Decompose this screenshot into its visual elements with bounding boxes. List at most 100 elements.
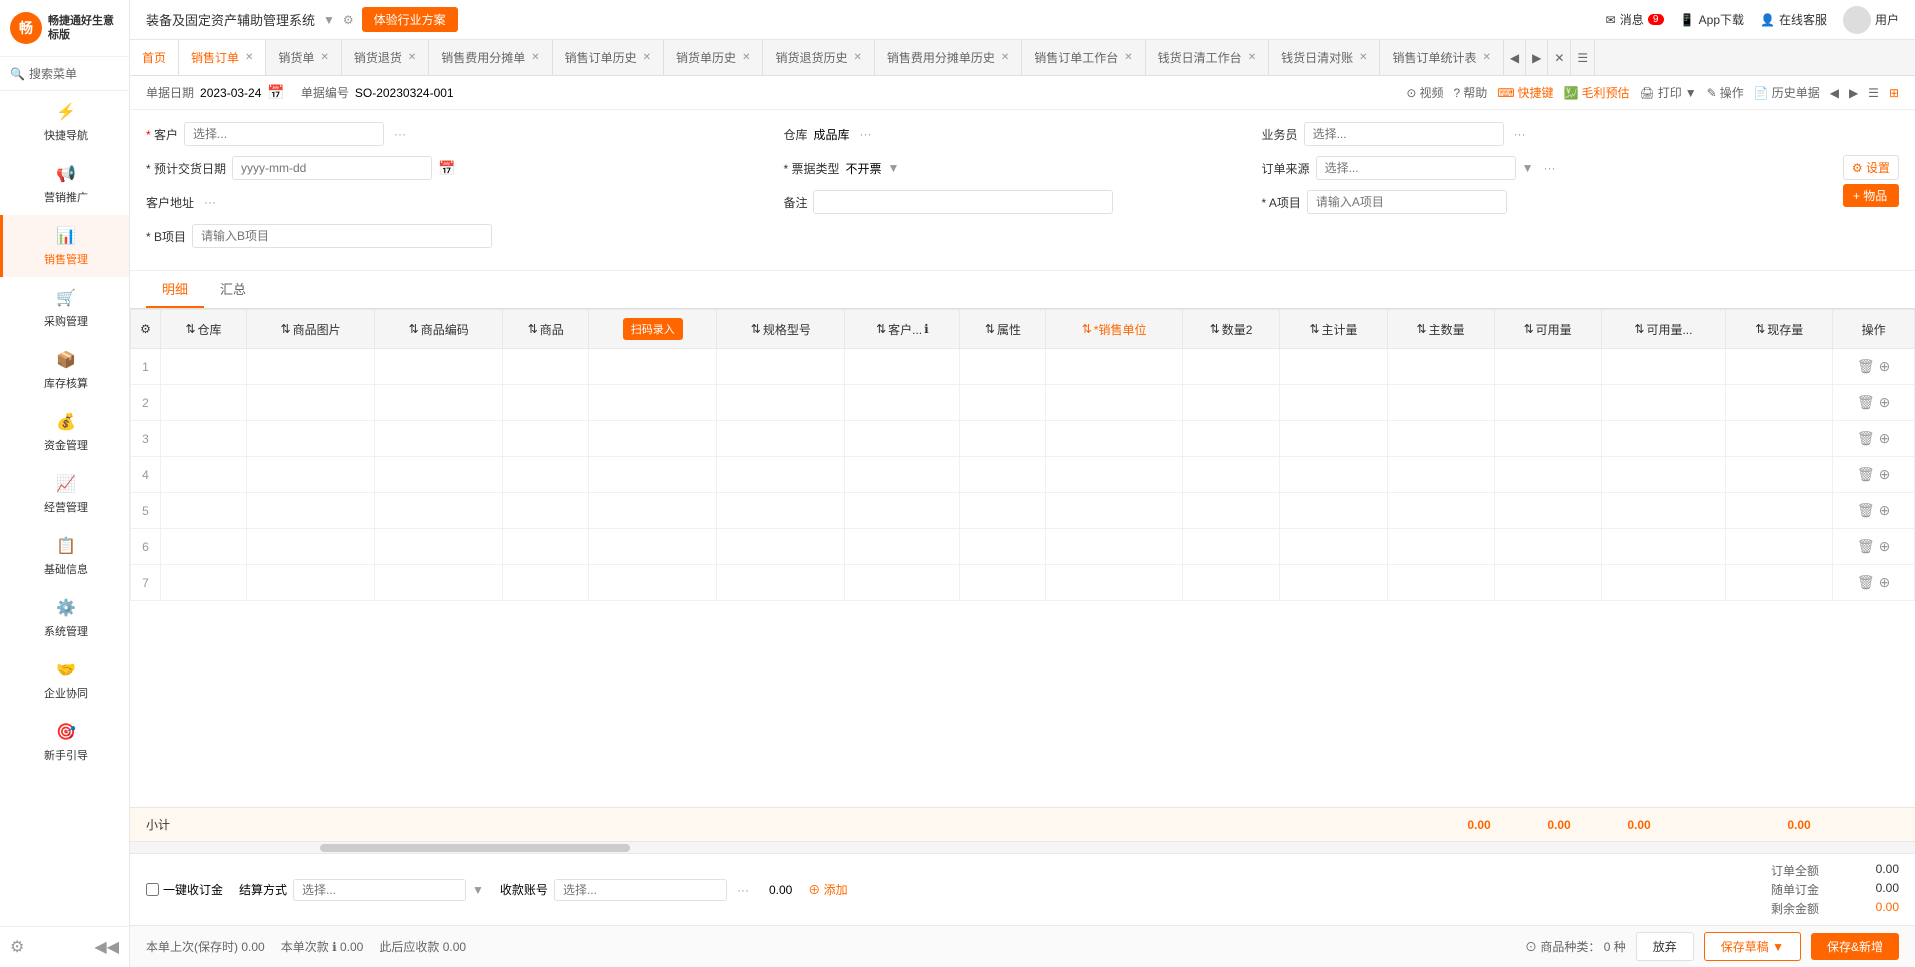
tab-stats[interactable]: 销售订单统计表 ✕	[1380, 40, 1503, 76]
tab-menu-button[interactable]: ☰	[1571, 40, 1595, 76]
tab-receipt-history[interactable]: 销货单历史 ✕	[664, 40, 763, 76]
row-2-delete-icon[interactable]: 🗑	[1857, 394, 1875, 411]
tab-summary[interactable]: 汇总	[204, 271, 262, 308]
row-1-customer-no[interactable]	[845, 349, 960, 385]
one-click-collect-checkbox[interactable]	[146, 883, 159, 896]
tab-expense-history[interactable]: 销售费用分摊单历史 ✕	[875, 40, 1022, 76]
save-new-button[interactable]: 保存&新增	[1811, 933, 1899, 960]
sidebar-item-basic-info[interactable]: 📋 基础信息	[0, 525, 129, 587]
delivery-input[interactable]	[232, 156, 432, 180]
tab-expense-close[interactable]: ✕	[531, 52, 539, 63]
account-more-btn[interactable]: ···	[733, 883, 753, 897]
tab-detail[interactable]: 明细	[146, 271, 204, 308]
row-5-warehouse[interactable]	[161, 493, 247, 529]
tab-cash-workbench[interactable]: 钱货日清工作台 ✕	[1146, 40, 1269, 76]
sidebar-item-quick-nav[interactable]: ⚡ 快捷导航	[0, 91, 129, 153]
tab-return-history[interactable]: 销货退货历史 ✕	[763, 40, 874, 76]
customer-input[interactable]	[184, 122, 384, 146]
tab-sales-return[interactable]: 销货退货 ✕	[342, 40, 429, 76]
dropdown-icon[interactable]: ▼	[323, 13, 335, 27]
row-2-main-qty[interactable]	[1387, 385, 1494, 421]
row-3-delete-icon[interactable]: 🗑	[1857, 430, 1875, 447]
row-6-delete-icon[interactable]: 🗑	[1857, 538, 1875, 555]
row-2-unit[interactable]	[1046, 385, 1182, 421]
tab-receipt-history-close[interactable]: ✕	[742, 52, 750, 63]
tab-cash-workbench-close[interactable]: ✕	[1248, 52, 1256, 63]
card-view-icon[interactable]: ⊞	[1889, 86, 1899, 100]
tab-sales-return-close[interactable]: ✕	[408, 52, 416, 63]
add-goods-button[interactable]: + 物品	[1843, 184, 1899, 207]
add-link[interactable]: ⊕ 添加	[808, 881, 847, 898]
row-7-copy-icon[interactable]: ⊕	[1879, 574, 1891, 591]
row-1-code[interactable]	[375, 349, 503, 385]
tab-expense[interactable]: 销售费用分摊单 ✕	[429, 40, 552, 76]
row-5-copy-icon[interactable]: ⊕	[1879, 502, 1891, 519]
history-action[interactable]: 📄 历史单据	[1754, 84, 1820, 101]
row-1-attribute[interactable]	[960, 349, 1046, 385]
warehouse-more-btn[interactable]: ···	[855, 127, 875, 141]
tab-order-history[interactable]: 销售订单历史 ✕	[553, 40, 664, 76]
sidebar-item-operations[interactable]: 📈 经营管理	[0, 463, 129, 525]
sidebar-item-enterprise[interactable]: 🤝 企业协同	[0, 649, 129, 711]
row-7-warehouse[interactable]	[161, 565, 247, 601]
tab-sales-receipt[interactable]: 销货单 ✕	[266, 40, 341, 76]
tab-expense-history-close[interactable]: ✕	[1001, 52, 1009, 63]
collapse-sidebar-icon[interactable]: ◀◀	[94, 937, 119, 957]
settings-button[interactable]: ⚙ 设置	[1843, 155, 1899, 180]
row-3-warehouse[interactable]	[161, 421, 247, 457]
invoice-dropdown-icon[interactable]: ▼	[887, 161, 899, 175]
row-1-product[interactable]	[503, 349, 589, 385]
row-2-image[interactable]	[247, 385, 375, 421]
online-support-item[interactable]: 👤 在线客服	[1760, 11, 1827, 28]
row-5-delete-icon[interactable]: 🗑	[1857, 502, 1875, 519]
row-1-available2[interactable]	[1601, 349, 1726, 385]
save-draft-dropdown[interactable]: ▼	[1772, 940, 1784, 954]
calendar-icon[interactable]: 📅	[267, 84, 284, 101]
delivery-calendar-icon[interactable]: 📅	[438, 160, 455, 177]
print-action[interactable]: 🖨 打印 ▼	[1640, 84, 1697, 101]
tab-sales-order[interactable]: 销售订单 ✕	[179, 40, 266, 76]
col-gear[interactable]: ⚙	[131, 310, 161, 349]
row-2-customer-no[interactable]	[845, 385, 960, 421]
shortcut-action[interactable]: ⌨ 快捷键	[1497, 84, 1553, 101]
row-1-main-unit[interactable]	[1280, 349, 1387, 385]
staff-more-btn[interactable]: ···	[1510, 127, 1530, 141]
row-2-available[interactable]	[1494, 385, 1601, 421]
tab-prev-button[interactable]: ◀	[1504, 40, 1526, 76]
sidebar-item-finance[interactable]: 💰 资金管理	[0, 401, 129, 463]
tab-sales-order-close[interactable]: ✕	[245, 52, 253, 63]
b-project-input[interactable]	[192, 224, 492, 248]
row-6-copy-icon[interactable]: ⊕	[1879, 538, 1891, 555]
tab-order-workbench-close[interactable]: ✕	[1124, 52, 1132, 63]
address-more-btn[interactable]: ···	[200, 195, 220, 209]
next-record-icon[interactable]: ▶	[1849, 86, 1858, 100]
row-1-warehouse[interactable]	[161, 349, 247, 385]
search-menu-item[interactable]: 🔍 搜索菜单	[0, 57, 129, 91]
tab-cash-reconcile[interactable]: 钱货日清对账 ✕	[1269, 40, 1380, 76]
tab-order-history-close[interactable]: ✕	[643, 52, 651, 63]
order-source-input[interactable]	[1316, 156, 1516, 180]
a-project-input[interactable]	[1307, 190, 1507, 214]
row-1-image[interactable]	[247, 349, 375, 385]
row-2-code[interactable]	[375, 385, 503, 421]
scan-button[interactable]: 扫码录入	[623, 318, 683, 340]
row-2-main-unit[interactable]	[1280, 385, 1387, 421]
row-2-product[interactable]	[503, 385, 589, 421]
settings-icon[interactable]: ⚙	[343, 13, 354, 27]
one-click-collect-label[interactable]: 一键收订金	[146, 881, 223, 898]
sidebar-item-system[interactable]: ⚙️ 系统管理	[0, 587, 129, 649]
sidebar-item-sales[interactable]: 📊 销售管理	[0, 215, 129, 277]
message-icon-item[interactable]: ✉ 消息 9	[1606, 11, 1664, 28]
tab-close-all-button[interactable]: ✕	[1548, 40, 1571, 76]
sidebar-item-marketing[interactable]: 📢 营销推广	[0, 153, 129, 215]
tab-home[interactable]: 首页	[130, 40, 179, 76]
horizontal-scrollbar[interactable]	[130, 841, 1915, 853]
account-input[interactable]	[554, 879, 727, 901]
row-1-current-stock[interactable]	[1726, 349, 1833, 385]
tab-order-workbench[interactable]: 销售订单工作台 ✕	[1022, 40, 1145, 76]
profit-action[interactable]: 💹 毛利预估	[1564, 84, 1630, 101]
row-1-spec[interactable]	[717, 349, 845, 385]
row-1-qty2[interactable]	[1182, 349, 1280, 385]
tab-cash-reconcile-close[interactable]: ✕	[1359, 52, 1367, 63]
row-1-available[interactable]	[1494, 349, 1601, 385]
